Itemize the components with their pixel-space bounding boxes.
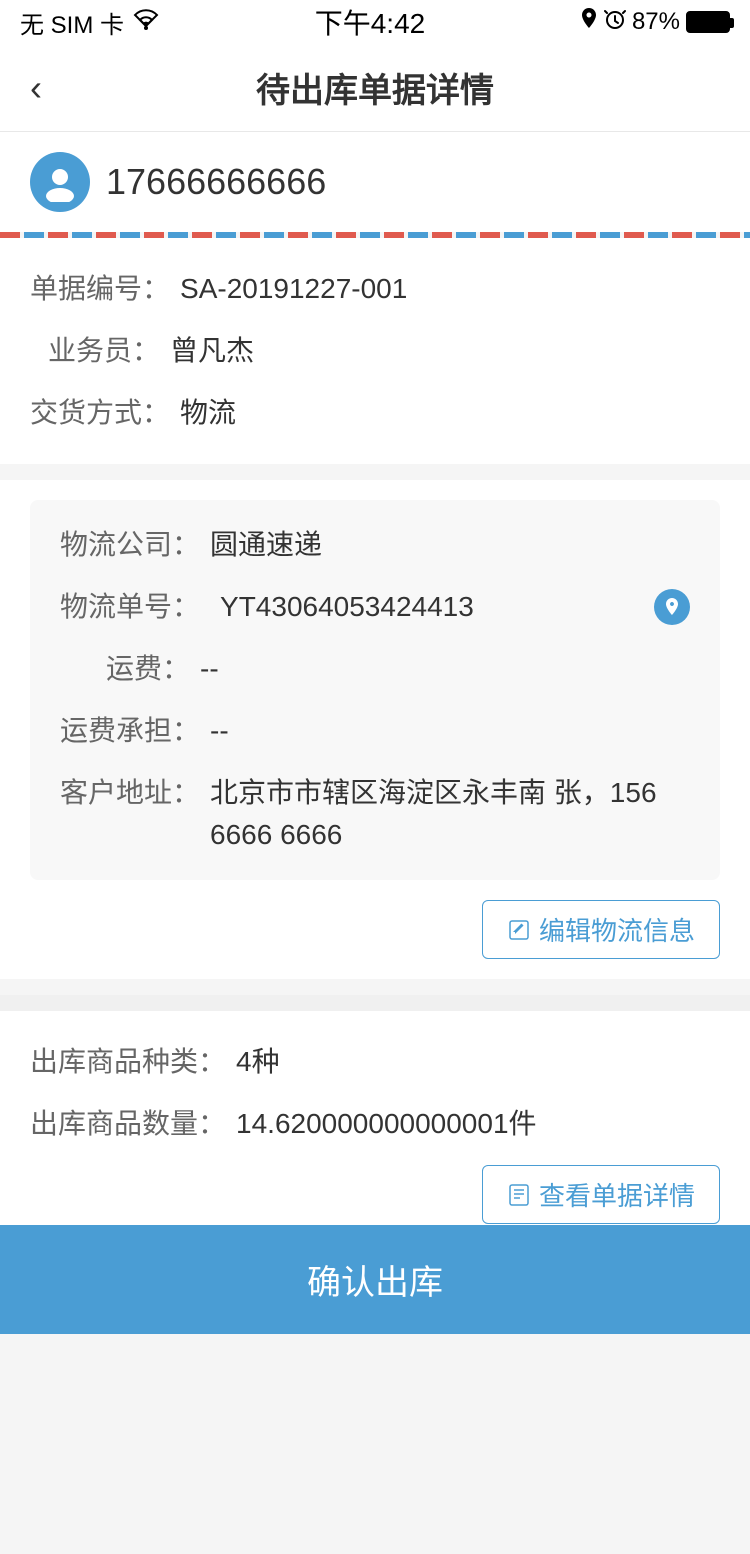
edit-logistics-label: 编辑物流信息 (539, 911, 695, 948)
freight-row: 运费： -- (60, 648, 690, 690)
address-row: 客户地址： 北京市市辖区海淀区永丰南 张，156 6666 6666 (60, 772, 690, 856)
logistics-company-value: 圆通速递 (210, 524, 690, 566)
logistics-company-row: 物流公司： 圆通速递 (60, 524, 690, 566)
back-button[interactable]: ‹ (30, 67, 42, 109)
view-detail-button[interactable]: 查看单据详情 (482, 1165, 720, 1224)
edit-logistics-button[interactable]: 编辑物流信息 (482, 900, 720, 959)
wifi-icon (132, 8, 160, 37)
customer-header: 17666666666 (0, 132, 750, 232)
quantity-value: 14.620000000000001件 (236, 1103, 720, 1145)
freight-bearer-value: -- (210, 710, 690, 752)
confirm-outbound-button[interactable]: 确认出库 (30, 1255, 720, 1304)
view-detail-btn-container: 查看单据详情 (30, 1165, 720, 1224)
gray-divider (0, 995, 750, 1011)
status-right: 87% (580, 8, 730, 37)
document-no-label: 单据编号： (30, 268, 180, 310)
goods-section: 出库商品种类： 4种 出库商品数量： 14.620000000000001件 查… (0, 1011, 750, 1254)
status-bar: 无 SIM 卡 下午4:42 87% (0, 0, 750, 44)
salesperson-label: 业务员： (30, 330, 170, 372)
address-label: 客户地址： (60, 772, 210, 814)
delivery-method-label: 交货方式： (30, 392, 180, 434)
nav-bar: ‹ 待出库单据详情 (0, 44, 750, 132)
bottom-bar: 确认出库 (0, 1225, 750, 1334)
track-location-icon[interactable] (654, 589, 690, 625)
freight-value: -- (200, 648, 690, 690)
document-no-value: SA-20191227-001 (180, 268, 720, 310)
type-count-value: 4种 (236, 1041, 720, 1083)
page-title: 待出库单据详情 (256, 63, 494, 112)
document-icon (507, 1183, 531, 1207)
type-count-label: 出库商品种类： (30, 1041, 236, 1083)
tracking-no-row: 物流单号： YT43064053424413 (60, 586, 690, 628)
delivery-method-value: 物流 (180, 392, 720, 434)
order-info-section: 单据编号： SA-20191227-001 业务员： 曾凡杰 交货方式： 物流 (0, 238, 750, 464)
logistics-company-label: 物流公司： (60, 524, 210, 566)
salesperson-row: 业务员： 曾凡杰 (30, 330, 720, 372)
carrier-text: 无 SIM 卡 (20, 5, 124, 40)
document-no-row: 单据编号： SA-20191227-001 (30, 268, 720, 310)
logistics-section: 物流公司： 圆通速递 物流单号： YT43064053424413 运费： --… (0, 480, 750, 979)
address-value: 北京市市辖区海淀区永丰南 张，156 6666 6666 (210, 772, 690, 856)
tracking-no-value: YT43064053424413 (220, 586, 644, 628)
freight-bearer-label: 运费承担： (60, 710, 210, 752)
edit-icon (507, 918, 531, 942)
status-time: 下午4:42 (315, 2, 426, 42)
logistics-card: 物流公司： 圆通速递 物流单号： YT43064053424413 运费： --… (30, 500, 720, 880)
type-count-row: 出库商品种类： 4种 (30, 1041, 720, 1083)
avatar (30, 152, 90, 212)
edit-logistics-btn-container: 编辑物流信息 (30, 900, 720, 959)
alarm-status-icon (604, 8, 626, 37)
view-detail-label: 查看单据详情 (539, 1176, 695, 1213)
salesperson-value: 曾凡杰 (170, 330, 720, 372)
location-status-icon (580, 8, 598, 37)
tracking-no-label: 物流单号： (60, 586, 210, 628)
freight-label: 运费： (60, 648, 200, 690)
delivery-method-row: 交货方式： 物流 (30, 392, 720, 434)
freight-bearer-row: 运费承担： -- (60, 710, 690, 752)
customer-phone: 17666666666 (106, 161, 326, 203)
battery-text: 87% (632, 8, 680, 36)
status-left: 无 SIM 卡 (20, 5, 160, 40)
battery-icon (686, 11, 730, 33)
quantity-row: 出库商品数量： 14.620000000000001件 (30, 1103, 720, 1145)
quantity-label: 出库商品数量： (30, 1103, 236, 1145)
